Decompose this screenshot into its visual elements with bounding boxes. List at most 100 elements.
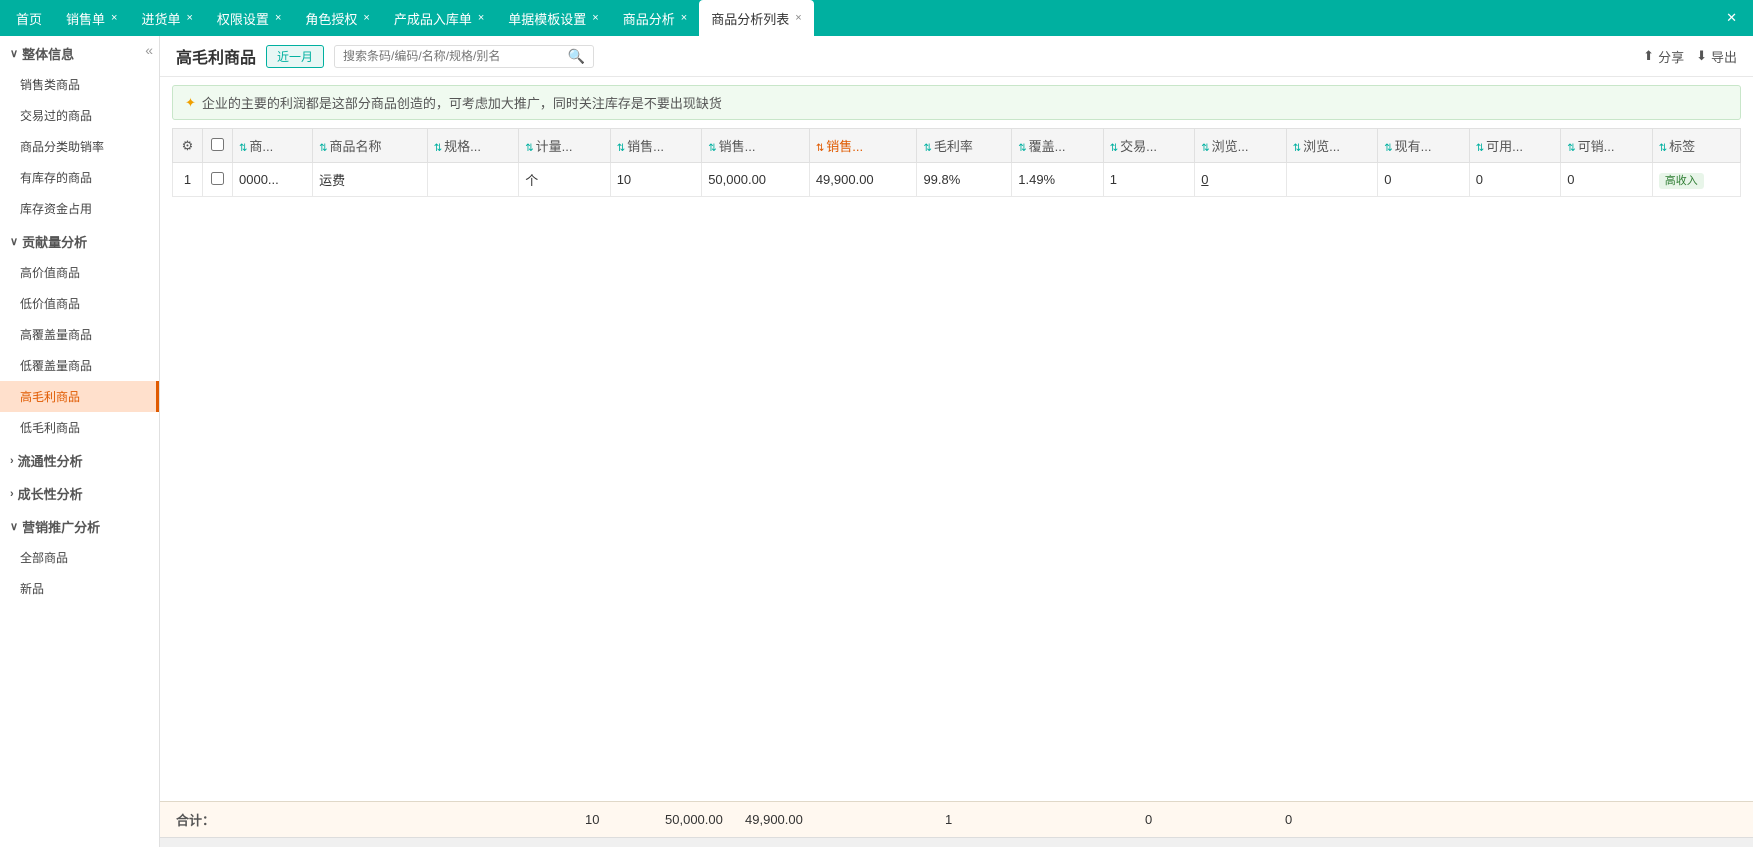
nav-home[interactable]: 首页	[4, 0, 54, 36]
col-sales-qty: ⇅销售...	[610, 129, 702, 163]
export-icon: ⬇	[1696, 48, 1707, 64]
col-tag: ⇅标签	[1652, 129, 1740, 163]
export-button[interactable]: ⬇ 导出	[1696, 47, 1737, 66]
row-view2	[1286, 163, 1378, 197]
nav-product-inbound[interactable]: 产成品入库单 ×	[382, 0, 496, 36]
info-icon: ✦	[185, 95, 196, 111]
sidebar-item-high-coverage[interactable]: 高覆盖量商品	[0, 319, 159, 350]
page-title: 高毛利商品	[176, 44, 256, 68]
row-tag: 高收入	[1652, 163, 1740, 197]
close-purchase-order[interactable]: ×	[186, 12, 192, 24]
close-template[interactable]: ×	[592, 12, 598, 24]
chevron-down-icon: ∨	[10, 47, 18, 60]
row-name: 运费	[313, 163, 428, 197]
col-checkbox[interactable]	[203, 129, 233, 163]
main-layout: « ∨ 整体信息 销售类商品 交易过的商品 商品分类助销率 有库存的商品 库存资…	[0, 36, 1753, 847]
settings-icon[interactable]: ⚙	[182, 138, 194, 153]
col-settings[interactable]: ⚙	[173, 129, 203, 163]
nav-product-analysis-list[interactable]: 商品分析列表 ×	[699, 0, 813, 36]
sidebar-group-growth[interactable]: › 成长性分析	[0, 476, 159, 509]
sidebar-item-high-margin[interactable]: 高毛利商品	[0, 381, 159, 412]
chevron-down-icon: ∨	[10, 235, 18, 248]
search-icon[interactable]: 🔍	[568, 48, 585, 65]
tag-badge: 高收入	[1659, 173, 1704, 189]
row-checkbox[interactable]	[203, 163, 233, 197]
row-code: 0000...	[233, 163, 313, 197]
sidebar-item-stock-capital[interactable]: 库存资金占用	[0, 193, 159, 224]
close-sales-order[interactable]: ×	[111, 12, 117, 24]
footer-totals: 合计： 10 50,000.00 49,900.00 1 0 0	[160, 801, 1753, 837]
sidebar-item-in-stock-goods[interactable]: 有库存的商品	[0, 162, 159, 193]
data-table: ⚙ ⇅商... ⇅商品名称 ⇅规格... ⇅计量... ⇅销售... ⇅销售..…	[172, 128, 1741, 197]
row-spec	[427, 163, 519, 197]
nav-role-auth[interactable]: 角色授权 ×	[293, 0, 381, 36]
row-view1[interactable]: 0	[1195, 163, 1287, 197]
nav-template-settings[interactable]: 单据模板设置 ×	[496, 0, 610, 36]
close-product-inbound[interactable]: ×	[478, 12, 484, 24]
col-transaction: ⇅交易...	[1103, 129, 1195, 163]
row-sales-cost: 49,900.00	[809, 163, 917, 197]
col-saleable: ⇅可销...	[1561, 129, 1653, 163]
col-sales-cost: ⇅销售...	[809, 129, 917, 163]
row-margin-rate: 99.8%	[917, 163, 1012, 197]
close-product-analysis-list[interactable]: ×	[795, 12, 801, 24]
col-view2: ⇅浏览...	[1286, 129, 1378, 163]
close-all-tabs[interactable]: ✕	[1714, 0, 1749, 36]
footer-sales-amount: 50,000.00	[655, 812, 735, 827]
sidebar-group-marketing[interactable]: ∨ 营销推广分析	[0, 509, 159, 542]
share-icon: ⬆	[1643, 48, 1654, 64]
sidebar-item-new-goods[interactable]: 新品	[0, 573, 159, 604]
col-view1: ⇅浏览...	[1195, 129, 1287, 163]
footer-saleable: 0	[1275, 812, 1355, 827]
sidebar: « ∨ 整体信息 销售类商品 交易过的商品 商品分类助销率 有库存的商品 库存资…	[0, 36, 160, 847]
content-area: 高毛利商品 近一月 🔍 ⬆ 分享 ⬇ 导出 ✦ 企业的主要的利润都是这部分商品创…	[160, 36, 1753, 847]
nav-product-analysis[interactable]: 商品分析 ×	[611, 0, 699, 36]
sidebar-item-sales-goods[interactable]: 销售类商品	[0, 69, 159, 100]
bottom-scrollbar[interactable]	[160, 837, 1753, 847]
col-name: ⇅商品名称	[313, 129, 428, 163]
sidebar-item-high-value[interactable]: 高价值商品	[0, 257, 159, 288]
nav-sales-order[interactable]: 销售单 ×	[54, 0, 129, 36]
info-bar: ✦ 企业的主要的利润都是这部分商品创造的，可考虑加大推广，同时关注库存是不要出现…	[172, 85, 1741, 120]
sidebar-item-low-margin[interactable]: 低毛利商品	[0, 412, 159, 443]
sidebar-group-contribution[interactable]: ∨ 贡献量分析	[0, 224, 159, 257]
col-spec: ⇅规格...	[427, 129, 519, 163]
row-unit: 个	[519, 163, 611, 197]
col-unit: ⇅计量...	[519, 129, 611, 163]
sidebar-item-low-coverage[interactable]: 低覆盖量商品	[0, 350, 159, 381]
sidebar-item-traded-goods[interactable]: 交易过的商品	[0, 100, 159, 131]
sidebar-collapse-button[interactable]: «	[145, 42, 153, 58]
table-wrapper: ⚙ ⇅商... ⇅商品名称 ⇅规格... ⇅计量... ⇅销售... ⇅销售..…	[160, 128, 1753, 801]
close-product-analysis[interactable]: ×	[681, 12, 687, 24]
row-current-stock: 0	[1378, 163, 1470, 197]
chevron-right-icon: ›	[10, 455, 14, 467]
chevron-down-icon: ∨	[10, 520, 18, 533]
select-all-checkbox[interactable]	[211, 138, 224, 151]
filter-recent-month-button[interactable]: 近一月	[266, 45, 324, 68]
footer-sales-qty: 10	[575, 812, 655, 827]
close-permission[interactable]: ×	[275, 12, 281, 24]
sidebar-group-liquidity[interactable]: › 流通性分析	[0, 443, 159, 476]
row-transaction: 1	[1103, 163, 1195, 197]
col-margin-rate: ⇅毛利率	[917, 129, 1012, 163]
nav-permission-settings[interactable]: 权限设置 ×	[205, 0, 293, 36]
footer-sales-cost: 49,900.00	[735, 812, 815, 827]
content-header: 高毛利商品 近一月 🔍 ⬆ 分享 ⬇ 导出	[160, 36, 1753, 77]
col-sales-amount: ⇅销售...	[702, 129, 810, 163]
chevron-right-icon: ›	[10, 488, 14, 500]
sidebar-group-overall[interactable]: ∨ 整体信息	[0, 36, 159, 69]
col-coverage: ⇅覆盖...	[1012, 129, 1104, 163]
close-role-auth[interactable]: ×	[363, 12, 369, 24]
sidebar-item-category-rate[interactable]: 商品分类助销率	[0, 131, 159, 162]
col-available-stock: ⇅可用...	[1469, 129, 1561, 163]
col-current-stock: ⇅现有...	[1378, 129, 1470, 163]
nav-purchase-order[interactable]: 进货单 ×	[129, 0, 204, 36]
table-row: 1 0000... 运费 个 10 50,000.00 49,900.00 99…	[173, 163, 1741, 197]
footer-current-stock: 0	[1135, 812, 1215, 827]
share-button[interactable]: ⬆ 分享	[1643, 47, 1684, 66]
sidebar-item-low-value[interactable]: 低价值商品	[0, 288, 159, 319]
row-select-checkbox[interactable]	[211, 172, 224, 185]
row-available-stock: 0	[1469, 163, 1561, 197]
sidebar-item-all-goods[interactable]: 全部商品	[0, 542, 159, 573]
search-input[interactable]	[343, 49, 568, 63]
